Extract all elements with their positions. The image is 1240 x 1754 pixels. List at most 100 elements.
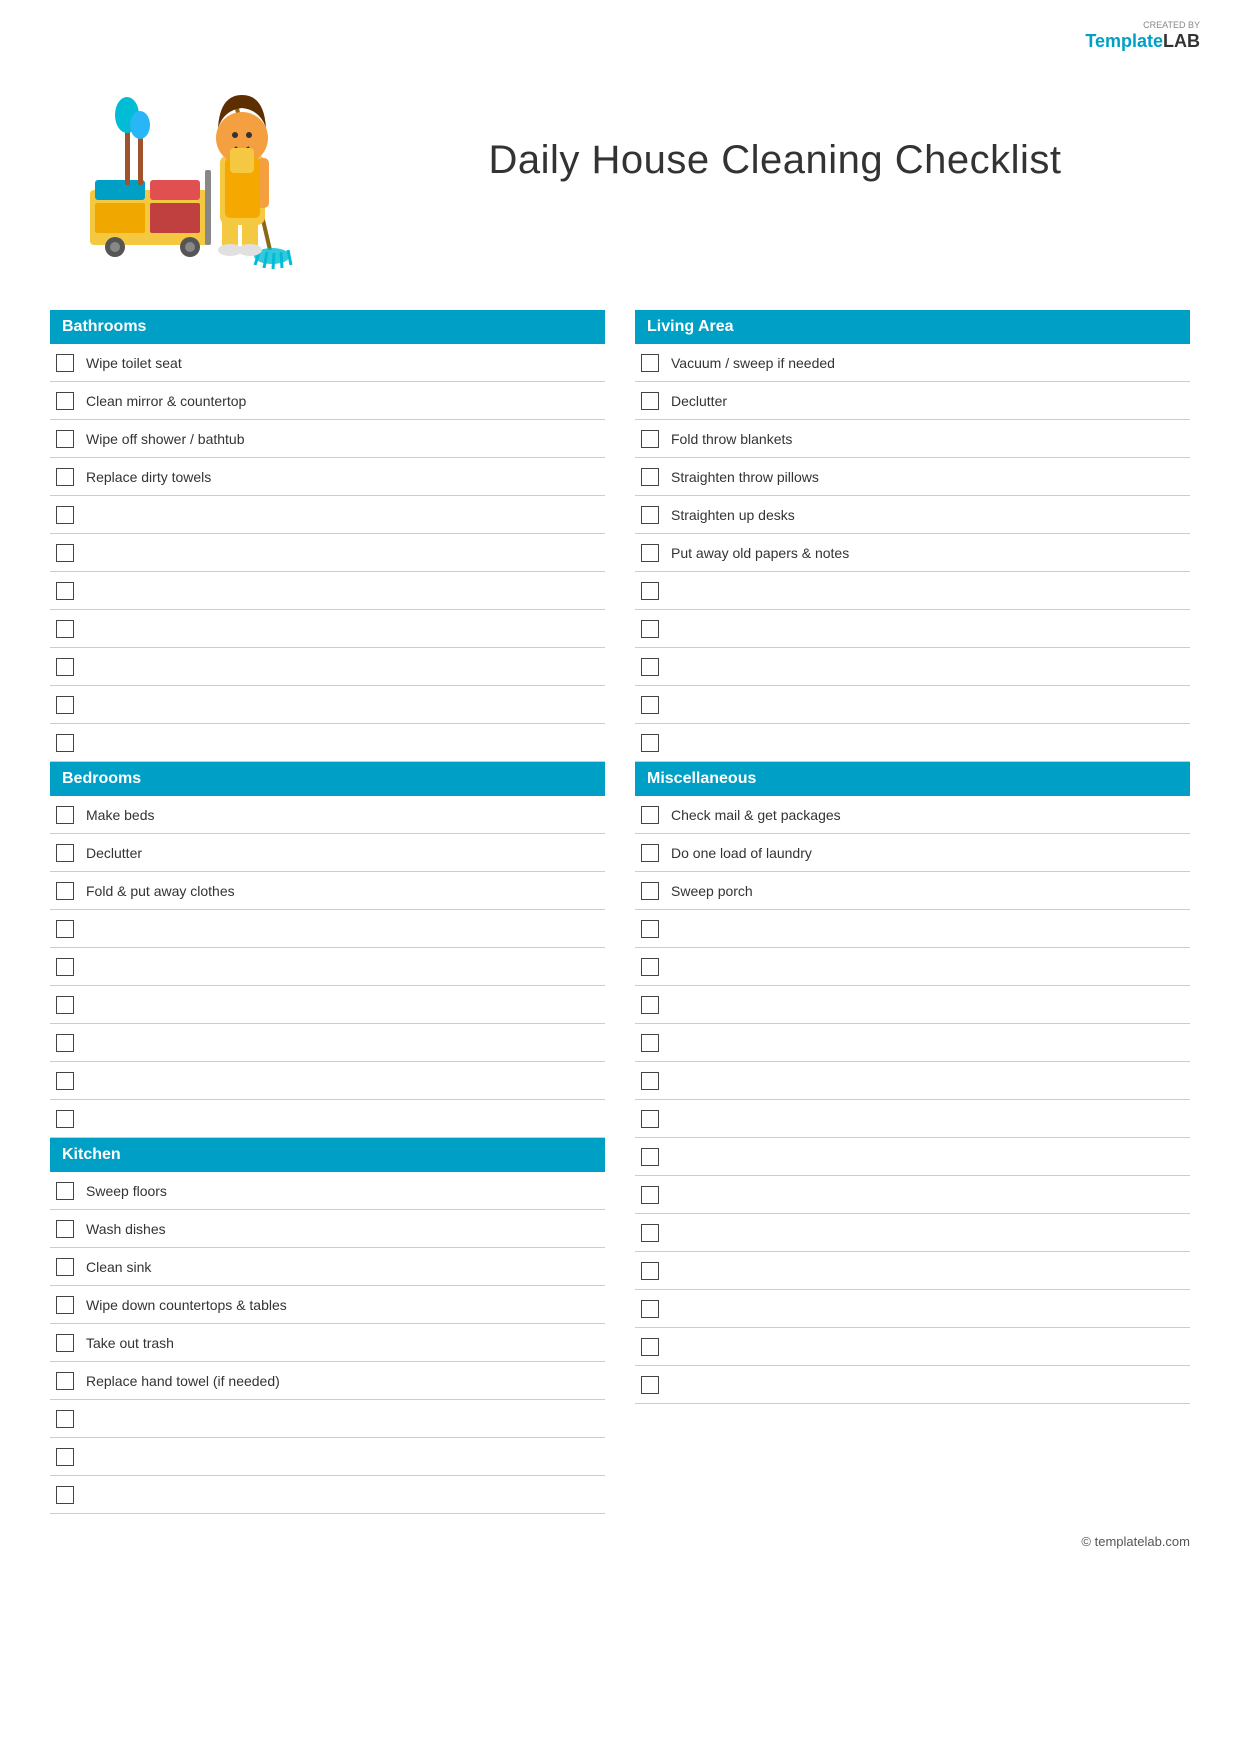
checkbox[interactable] <box>641 506 659 524</box>
checklist-item: Fold throw blankets <box>635 420 1190 458</box>
checkbox[interactable] <box>641 582 659 600</box>
checkbox[interactable] <box>56 882 74 900</box>
checklist-item <box>50 1062 605 1100</box>
checkbox[interactable] <box>56 468 74 486</box>
checklist-item: Wash dishes <box>50 1210 605 1248</box>
checklist-item <box>50 534 605 572</box>
checklist-item <box>635 1328 1190 1366</box>
checklist-item <box>50 686 605 724</box>
checkbox[interactable] <box>56 1110 74 1128</box>
checklist-item <box>50 724 605 762</box>
checkbox[interactable] <box>56 1034 74 1052</box>
checkbox[interactable] <box>56 582 74 600</box>
item-text: Replace dirty towels <box>86 469 211 485</box>
item-text: Clean sink <box>86 1259 151 1275</box>
checkbox[interactable] <box>56 806 74 824</box>
checkbox[interactable] <box>56 1372 74 1390</box>
checkbox[interactable] <box>641 1148 659 1166</box>
checkbox[interactable] <box>641 1186 659 1204</box>
section-header-living-area: Living Area <box>635 310 1190 344</box>
checkbox[interactable] <box>641 806 659 824</box>
checkbox[interactable] <box>641 1072 659 1090</box>
brand-lab: LAB <box>1163 31 1200 51</box>
checkbox[interactable] <box>641 696 659 714</box>
item-text: Fold throw blankets <box>671 431 792 447</box>
checklist-item: Take out trash <box>50 1324 605 1362</box>
checkbox[interactable] <box>56 430 74 448</box>
checklist-item: Declutter <box>635 382 1190 420</box>
checklist-item: Clean sink <box>50 1248 605 1286</box>
checkbox[interactable] <box>641 354 659 372</box>
item-text: Straighten up desks <box>671 507 795 523</box>
checkbox[interactable] <box>56 620 74 638</box>
checkbox[interactable] <box>641 920 659 938</box>
section-header-bathrooms: Bathrooms <box>50 310 605 344</box>
checkbox[interactable] <box>56 696 74 714</box>
checkbox[interactable] <box>641 1300 659 1318</box>
checkbox[interactable] <box>56 958 74 976</box>
checklist-item: Replace hand towel (if needed) <box>50 1362 605 1400</box>
checkbox[interactable] <box>56 1258 74 1276</box>
checklist-item: Put away old papers & notes <box>635 534 1190 572</box>
checklist-item <box>50 496 605 534</box>
checkbox[interactable] <box>641 1034 659 1052</box>
item-text: Replace hand towel (if needed) <box>86 1373 280 1389</box>
checkbox[interactable] <box>56 1220 74 1238</box>
checkbox[interactable] <box>56 658 74 676</box>
checkbox[interactable] <box>56 1072 74 1090</box>
checkbox[interactable] <box>56 1448 74 1466</box>
column: Living AreaVacuum / sweep if neededDeclu… <box>635 310 1190 1514</box>
checklist-item <box>50 1400 605 1438</box>
checkbox[interactable] <box>56 392 74 410</box>
created-by-label: CREATED BY <box>1085 20 1200 30</box>
column: BathroomsWipe toilet seat Clean mirror & … <box>50 310 605 1514</box>
header-area: Daily House Cleaning Checklist <box>50 40 1190 280</box>
checklist-item: Do one load of laundry <box>635 834 1190 872</box>
checkbox[interactable] <box>641 844 659 862</box>
checklist-item <box>635 1214 1190 1252</box>
checkbox[interactable] <box>641 430 659 448</box>
checkbox[interactable] <box>641 1338 659 1356</box>
checkbox[interactable] <box>641 620 659 638</box>
checkbox[interactable] <box>641 1262 659 1280</box>
checklist-item: Wipe off shower / bathtub <box>50 420 605 458</box>
checkbox[interactable] <box>641 1376 659 1394</box>
checklist-item <box>50 610 605 648</box>
checkbox[interactable] <box>56 734 74 752</box>
checkbox[interactable] <box>641 734 659 752</box>
checklist-item <box>635 1366 1190 1404</box>
checklist-item <box>50 948 605 986</box>
item-text: Wash dishes <box>86 1221 166 1237</box>
checkbox[interactable] <box>56 354 74 372</box>
brand-name: TemplateLAB <box>1085 31 1200 51</box>
checkbox[interactable] <box>641 658 659 676</box>
checkbox[interactable] <box>56 506 74 524</box>
checkbox[interactable] <box>56 1486 74 1504</box>
checklist-item: Check mail & get packages <box>635 796 1190 834</box>
checklist-item: Declutter <box>50 834 605 872</box>
checkbox[interactable] <box>56 1296 74 1314</box>
checkbox[interactable] <box>56 1334 74 1352</box>
item-text: Clean mirror & countertop <box>86 393 246 409</box>
checkbox[interactable] <box>641 958 659 976</box>
checkbox[interactable] <box>56 1182 74 1200</box>
section-bedrooms: BedroomsMake bedsDeclutterFold & put awa… <box>50 762 605 1138</box>
title-area: Daily House Cleaning Checklist <box>340 138 1190 183</box>
checklist-item: Wipe toilet seat <box>50 344 605 382</box>
checkbox[interactable] <box>56 920 74 938</box>
item-text: Do one load of laundry <box>671 845 812 861</box>
item-text: Sweep floors <box>86 1183 167 1199</box>
checkbox[interactable] <box>56 544 74 562</box>
checkbox[interactable] <box>641 392 659 410</box>
checklist-item <box>50 572 605 610</box>
checkbox[interactable] <box>641 996 659 1014</box>
checkbox[interactable] <box>56 1410 74 1428</box>
checkbox[interactable] <box>56 996 74 1014</box>
checkbox[interactable] <box>56 844 74 862</box>
checkbox[interactable] <box>641 1224 659 1242</box>
checkbox[interactable] <box>641 882 659 900</box>
checkbox[interactable] <box>641 468 659 486</box>
checklist-item <box>50 1024 605 1062</box>
checkbox[interactable] <box>641 1110 659 1128</box>
checkbox[interactable] <box>641 544 659 562</box>
